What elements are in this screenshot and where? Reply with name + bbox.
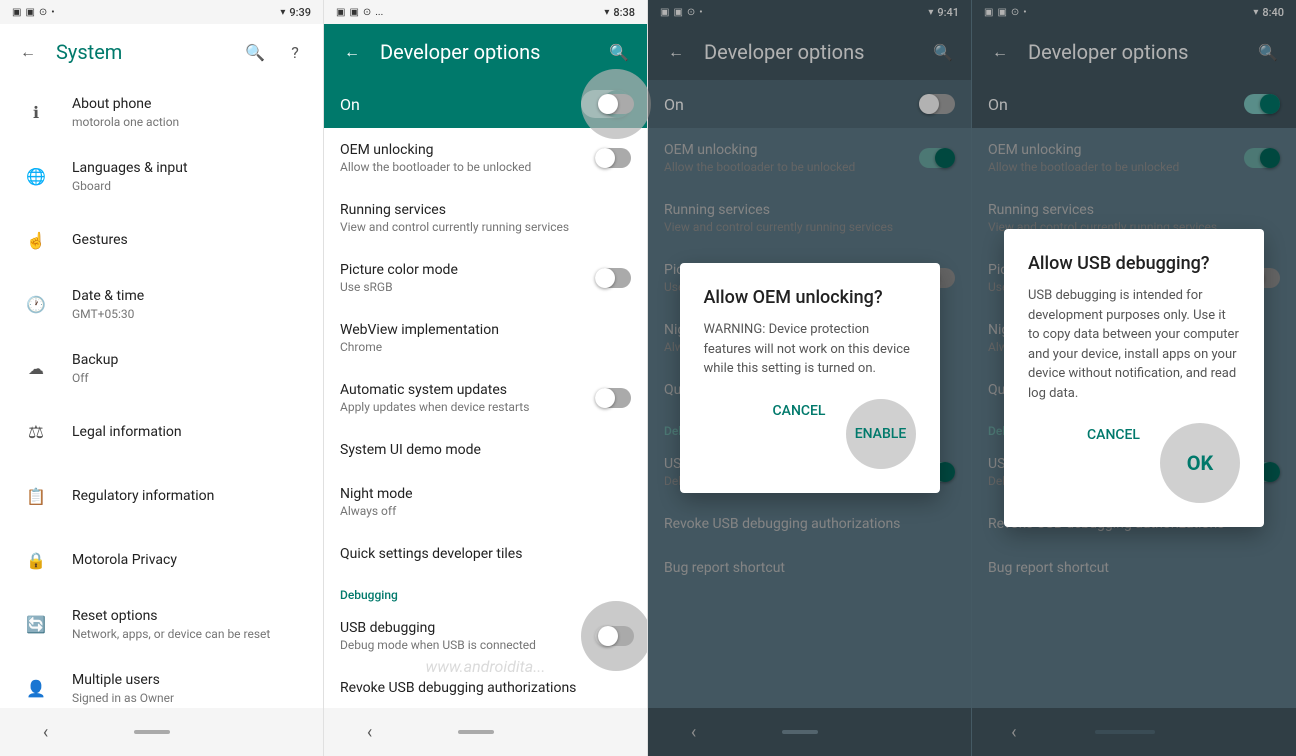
- status-icons-left-2: ▣ ▣ ⊙ ...: [336, 7, 383, 18]
- settings-item-legal[interactable]: ⚖ Legal information: [0, 400, 323, 464]
- sd-icon: ▣: [25, 7, 34, 18]
- datetime-icon: 🕐: [16, 284, 56, 324]
- search-icon-2[interactable]: 🔍: [607, 40, 631, 64]
- gestures-icon: ☝: [16, 220, 56, 260]
- oem-dialog-actions: Cancel Enable: [704, 399, 916, 469]
- dev-item-running[interactable]: Running services View and control curren…: [324, 188, 647, 248]
- security2-icon: ⊙: [363, 7, 371, 18]
- dev-item-picture[interactable]: Picture color mode Use sRGB: [324, 248, 647, 308]
- system-title: System: [56, 40, 227, 64]
- oem-toggle[interactable]: [595, 148, 631, 168]
- back-icon[interactable]: ←: [16, 40, 40, 64]
- about-title: About phone: [72, 95, 307, 113]
- settings-item-language[interactable]: 🌐 Languages & input Gboard: [0, 144, 323, 208]
- dev-item-webview[interactable]: WebView implementation Chrome: [324, 308, 647, 368]
- oem-toggle-inner: [598, 94, 634, 114]
- sd2-icon: ▣: [349, 7, 358, 18]
- status-icons-left: ▣ ▣ ⊙ •: [12, 7, 55, 18]
- usb-ok-circle: OK: [1160, 423, 1240, 503]
- dev-item-usb[interactable]: USB debugging Debug mode when USB is con…: [324, 606, 647, 666]
- settings-item-datetime[interactable]: 🕐 Date & time GMT+05:30: [0, 272, 323, 336]
- sim-icon: ▣: [12, 7, 21, 18]
- dots2-icon: ...: [375, 7, 383, 18]
- wifi2-icon: ▾: [604, 7, 609, 18]
- oem-cancel-button[interactable]: Cancel: [769, 399, 830, 469]
- on-bar-2: On: [324, 80, 647, 128]
- backup-icon: ☁: [16, 348, 56, 388]
- settings-item-backup[interactable]: ☁ Backup Off: [0, 336, 323, 400]
- status-bar-1: ▣ ▣ ⊙ • ▾ 9:39: [0, 0, 323, 24]
- usb-circle-overlay: [581, 601, 647, 671]
- status-icons-right: ▾ 9:39: [280, 6, 311, 19]
- status-time-2: 8:38: [613, 6, 635, 19]
- debugging-label: Debugging: [324, 576, 647, 606]
- dev-topbar: ← Developer options 🔍: [324, 24, 647, 80]
- nav-indicator-1: [134, 730, 170, 734]
- dev-options-oem-panel: ▣ ▣ ⊙ • ▾ 9:41 ← Developer options 🔍 On …: [648, 0, 972, 756]
- wifi-icon: ▾: [280, 7, 285, 18]
- dev-item-demo[interactable]: System UI demo mode: [324, 428, 647, 472]
- dev-item-quicksettings[interactable]: Quick settings developer tiles: [324, 532, 647, 576]
- language-icon: 🌐: [16, 156, 56, 196]
- oem-enable-button[interactable]: Enable: [851, 422, 911, 446]
- back-nav-btn-2[interactable]: ‹: [367, 722, 372, 743]
- oem-dialog-body: WARNING: Device protection features will…: [704, 320, 916, 379]
- sim2-icon: ▣: [336, 7, 345, 18]
- usb-dialog-body: USB debugging is intended for developmen…: [1028, 286, 1240, 403]
- dev-item-night[interactable]: Night mode Always off: [324, 472, 647, 532]
- usb-dialog-actions: Cancel OK: [1028, 423, 1240, 503]
- status-icons-right-2: ▾ 8:38: [604, 6, 635, 19]
- system-topbar: ← System 🔍 ?: [0, 24, 323, 80]
- about-subtitle: motorola one action: [72, 115, 307, 129]
- regulatory-icon: 📋: [16, 476, 56, 516]
- settings-item-regulatory[interactable]: 📋 Regulatory information: [0, 464, 323, 528]
- status-time-1: 9:39: [289, 6, 311, 19]
- security-icon: ⊙: [39, 7, 47, 18]
- usb-dialog-container: Allow USB debugging? USB debugging is in…: [972, 0, 1296, 756]
- usb-dialog: Allow USB debugging? USB debugging is in…: [1004, 229, 1264, 527]
- nav-indicator-2: [458, 730, 494, 734]
- privacy-icon: 🔒: [16, 540, 56, 580]
- back-nav-btn[interactable]: ‹: [43, 722, 48, 743]
- developer-options-panel: ▣ ▣ ⊙ ... ▾ 8:38 ← Developer options 🔍 O…: [324, 0, 648, 756]
- nav-bar-2: ‹: [324, 708, 647, 756]
- oem-enable-circle: Enable: [846, 399, 916, 469]
- oem-dialog: Allow OEM unlocking? WARNING: Device pro…: [680, 263, 940, 493]
- legal-icon: ⚖: [16, 412, 56, 452]
- usb-cancel-button[interactable]: Cancel: [1083, 423, 1144, 503]
- dot-icon: •: [51, 7, 54, 18]
- system-settings-list: ℹ About phone motorola one action 🌐 Lang…: [0, 80, 323, 708]
- system-settings-panel: ▣ ▣ ⊙ • ▾ 9:39 ← System 🔍 ? ℹ About phon…: [0, 0, 324, 756]
- settings-item-reset[interactable]: 🔄 Reset options Network, apps, or device…: [0, 592, 323, 656]
- picture-toggle[interactable]: [595, 268, 631, 288]
- status-bar-2: ▣ ▣ ⊙ ... ▾ 8:38: [324, 0, 647, 24]
- users-icon: 👤: [16, 668, 56, 708]
- on-label-2: On: [340, 95, 360, 114]
- usb-dialog-title: Allow USB debugging?: [1028, 253, 1240, 274]
- settings-item-users[interactable]: 👤 Multiple users Signed in as Owner: [0, 656, 323, 708]
- search-icon[interactable]: 🔍: [243, 40, 267, 64]
- dev-item-autoupdate[interactable]: Automatic system updates Apply updates w…: [324, 368, 647, 428]
- settings-item-privacy[interactable]: 🔒 Motorola Privacy: [0, 528, 323, 592]
- dev-item-revoke[interactable]: Revoke USB debugging authorizations: [324, 666, 647, 708]
- about-icon: ℹ: [16, 92, 56, 132]
- reset-icon: 🔄: [16, 604, 56, 644]
- help-icon[interactable]: ?: [283, 40, 307, 64]
- dev-title: Developer options: [380, 40, 591, 64]
- nav-bar-1: ‹: [0, 708, 323, 756]
- dev-item-oem[interactable]: OEM unlocking Allow the bootloader to be…: [324, 128, 647, 188]
- settings-item-gestures[interactable]: ☝ Gestures: [0, 208, 323, 272]
- oem-dialog-container: Allow OEM unlocking? WARNING: Device pro…: [648, 0, 971, 756]
- back-icon-2[interactable]: ←: [340, 40, 364, 64]
- settings-item-about[interactable]: ℹ About phone motorola one action: [0, 80, 323, 144]
- toggle-circle-overlay: [581, 69, 651, 139]
- dev-settings-list: OEM unlocking Allow the bootloader to be…: [324, 128, 647, 708]
- oem-dialog-title: Allow OEM unlocking?: [704, 287, 916, 308]
- usb-ok-button[interactable]: OK: [1183, 447, 1218, 479]
- oem-toggle-knob: [598, 94, 618, 114]
- dev-options-usb-panel: ▣ ▣ ⊙ • ▾ 8:40 ← Developer options 🔍 On …: [972, 0, 1296, 756]
- autoupdate-toggle[interactable]: [595, 388, 631, 408]
- on-toggle-container: [581, 90, 631, 118]
